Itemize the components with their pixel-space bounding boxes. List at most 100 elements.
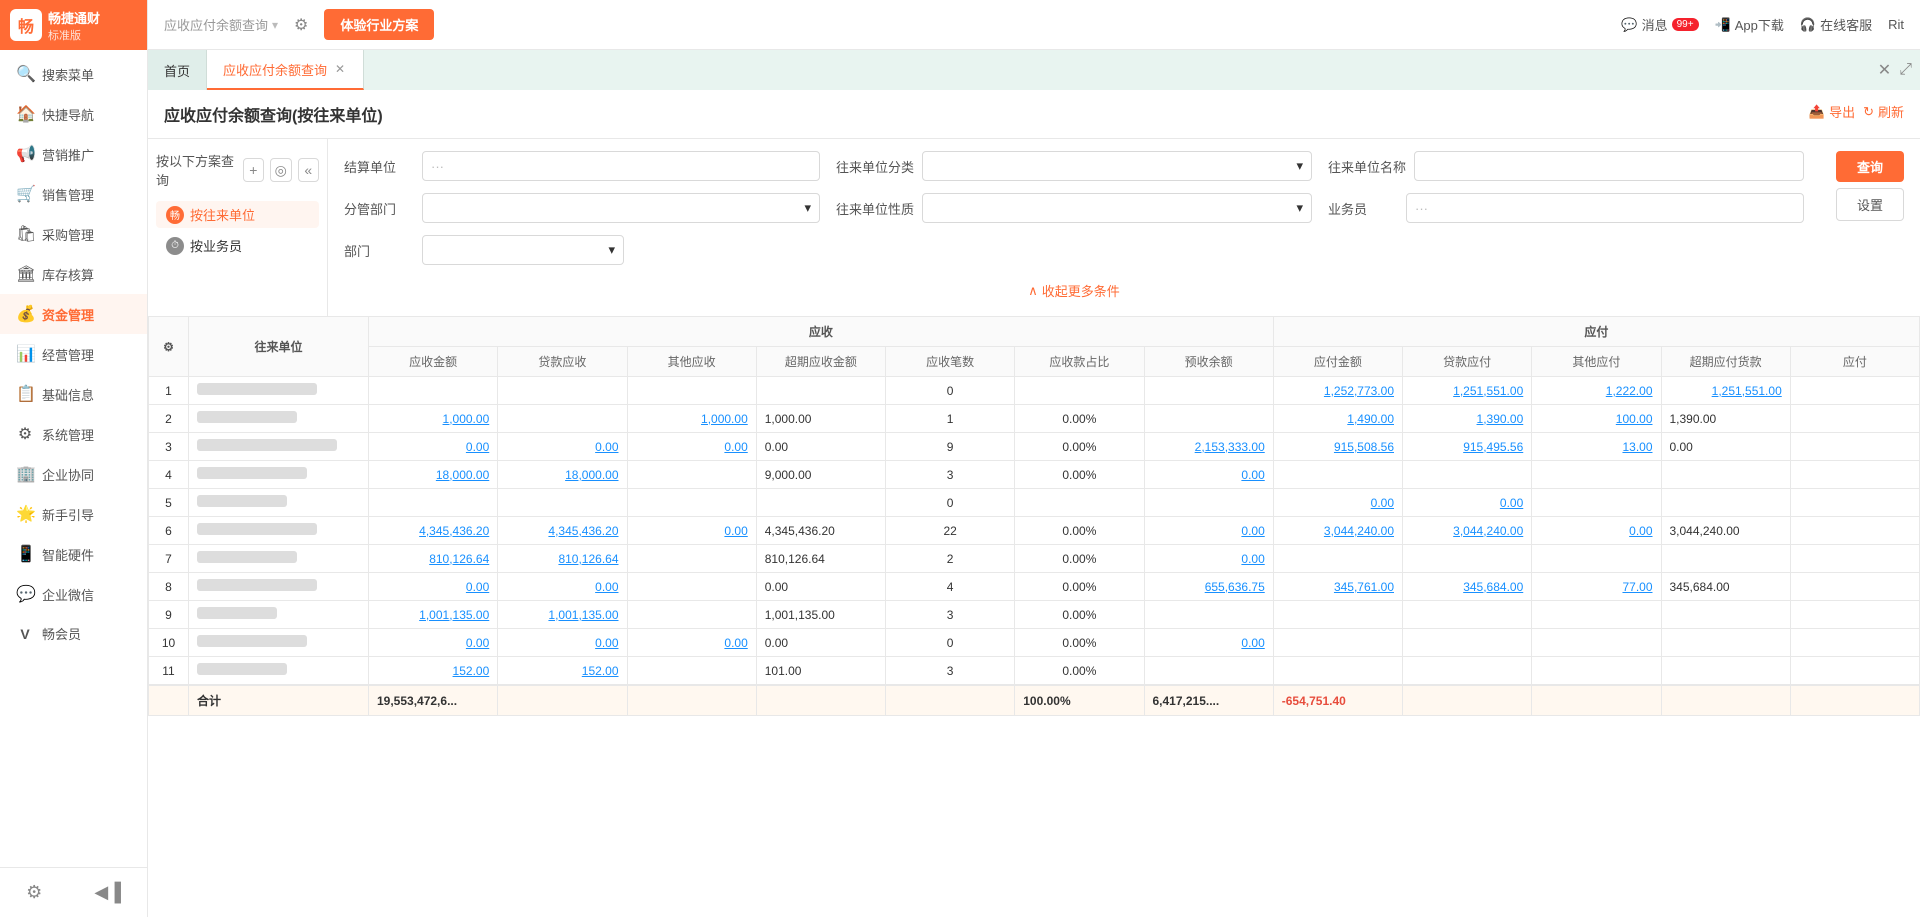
member-icon: V (16, 626, 34, 642)
table-row: 5 0 0.00 0.00 (149, 489, 1920, 517)
sidebar-item-enterprise[interactable]: 🏢 企业协同 (0, 454, 147, 494)
table-row: 8 0.00 0.00 0.00 4 0.00% 655,636.75 345,… (149, 573, 1920, 601)
table-container[interactable]: ⚙ 往来单位 应收 应付 应收金额 贷款应收 其他应收 超期应收金额 应收笔数 … (148, 316, 1920, 917)
gear-icon[interactable]: ⚙ (290, 11, 312, 39)
dropdown-icon: ▾ (1296, 158, 1303, 174)
filter-top-row: 按以下方案查询 + ◎ « (156, 151, 319, 189)
unit-name-label: 往来单位名称 (1328, 157, 1406, 176)
online-support-action[interactable]: 🎧 在线客服 (1800, 15, 1872, 34)
sidebar-item-wechat[interactable]: 💬 企业微信 (0, 574, 147, 614)
sidebar-item-system[interactable]: ⚙ 系统管理 (0, 414, 147, 454)
settlement-unit-input[interactable]: ··· (422, 151, 820, 181)
tab-close-all-icon[interactable]: ✕ (1878, 60, 1891, 80)
unit-nature-input[interactable]: ▾ (922, 193, 1312, 223)
filter-row-3: 部门 ▾ (344, 235, 1804, 265)
dept-input[interactable]: ▾ (422, 193, 820, 223)
unit-category-input[interactable]: ▾ (922, 151, 1312, 181)
sidebar-item-operation[interactable]: 📊 经营管理 (0, 334, 147, 374)
refresh-icon: ↻ (1863, 104, 1874, 120)
collapse-sidebar-icon[interactable]: ◀▐ (86, 878, 129, 907)
message-label: 消息 (1642, 15, 1668, 34)
salesperson-label: 业务员 (1328, 199, 1398, 218)
salesperson-input[interactable]: ··· (1406, 193, 1804, 223)
sidebar-item-quick-nav[interactable]: 🏠 快捷导航 (0, 94, 147, 134)
app-download-action[interactable]: 📲 App下载 (1715, 15, 1784, 34)
message-badge: 99+ (1672, 18, 1699, 31)
tab-home-label: 首页 (164, 61, 190, 80)
settings-icon[interactable]: ⚙ (18, 878, 50, 907)
sidebar-item-inventory[interactable]: 🏛 库存核算 (0, 254, 147, 294)
sidebar-item-sales[interactable]: 🛒 销售管理 (0, 174, 147, 214)
filter-field-salesperson: 业务员 ··· (1328, 193, 1804, 223)
col-ar-count: 应收笔数 (886, 347, 1015, 377)
online-support-label: 在线客服 (1820, 15, 1872, 34)
sidebar-bottom: ⚙ ◀▐ (0, 867, 147, 917)
subdept-input[interactable]: ▾ (422, 235, 624, 265)
user-info[interactable]: Rit (1888, 17, 1904, 32)
finance-icon: 💰 (16, 304, 34, 324)
system-icon: ⚙ (16, 424, 34, 444)
sidebar-item-basic-info[interactable]: 📋 基础信息 (0, 374, 147, 414)
tab-close-icon[interactable]: ✕ (333, 60, 347, 78)
subdept-dropdown-icon: ▾ (608, 242, 615, 258)
setting-button[interactable]: 设置 (1836, 188, 1904, 221)
filter-main: 按以下方案查询 + ◎ « 畅 按往来单位 ⏱ 按业务员 (148, 139, 1920, 316)
collapse-filters-button[interactable]: ∧ 收起更多条件 (344, 277, 1804, 304)
sidebar-menu: 🔍 搜索菜单 🏠 快捷导航 📢 营销推广 🛒 销售管理 🛍 采购管理 🏛 库存核… (0, 50, 147, 867)
table-row: 3 0.00 0.00 0.00 0.00 9 0.00% 2,153,333.… (149, 433, 1920, 461)
col-ar-ratio: 应收款占比 (1015, 347, 1144, 377)
filter-field-dept: 分管部门 ▾ (344, 193, 820, 223)
col-other-ar: 其他应收 (627, 347, 756, 377)
filter-settings-button[interactable]: ◎ (270, 158, 291, 182)
message-action[interactable]: 💬 消息 99+ (1621, 15, 1698, 34)
table-row: 1 0 1,252,773.00 1,251,551.00 1,222.00 1… (149, 377, 1920, 405)
col-ap2: 应付 (1790, 347, 1919, 377)
add-filter-button[interactable]: + (243, 158, 264, 182)
col-group-ar: 应收 (369, 317, 1274, 347)
filter-panel: 结算单位 ··· 往来单位分类 ▾ 往来单位名称 (328, 139, 1820, 316)
table-row: 7 810,126.64 810,126.64 810,126.64 2 0.0… (149, 545, 1920, 573)
sidebar-item-member[interactable]: V 畅会员 (0, 614, 147, 653)
tab-home[interactable]: 首页 (148, 50, 207, 90)
by-staff-icon: ⏱ (166, 237, 184, 255)
col-gear: ⚙ (149, 317, 189, 377)
query-button[interactable]: 查询 (1836, 151, 1904, 182)
refresh-button[interactable]: ↻ 刷新 (1863, 102, 1904, 121)
table-row: 4 18,000.00 18,000.00 9,000.00 3 0.00% 0… (149, 461, 1920, 489)
filter-collapse-button[interactable]: « (298, 158, 319, 182)
page-header-actions: 📤 导出 ↻ 刷新 (1809, 102, 1904, 133)
trial-button[interactable]: 体验行业方案 (324, 9, 434, 40)
sidebar-item-finance[interactable]: 💰 资金管理 (0, 294, 147, 334)
filter-method-by-unit[interactable]: 畅 按往来单位 (156, 201, 319, 228)
sidebar-item-search-menu[interactable]: 🔍 搜索菜单 (0, 54, 147, 94)
sidebar-item-marketing[interactable]: 📢 营销推广 (0, 134, 147, 174)
sidebar-item-hardware[interactable]: 📱 智能硬件 (0, 534, 147, 574)
filter-field-unit-category: 往来单位分类 ▾ (836, 151, 1312, 181)
filter-methods-panel: 按以下方案查询 + ◎ « 畅 按往来单位 ⏱ 按业务员 (148, 139, 328, 316)
unit-name-input[interactable] (1414, 151, 1804, 181)
sidebar-item-guide[interactable]: 🌟 新手引导 (0, 494, 147, 534)
filter-field-unit-nature: 往来单位性质 ▾ (836, 193, 1312, 223)
col-prepay: 预收余额 (1144, 347, 1273, 377)
data-table: ⚙ 往来单位 应收 应付 应收金额 贷款应收 其他应收 超期应收金额 应收笔数 … (148, 316, 1920, 716)
col-unit: 往来单位 (189, 317, 369, 377)
total-ar-ratio: 100.00% (1015, 685, 1144, 716)
filter-field-settlement-unit: 结算单位 ··· (344, 151, 820, 181)
main-content: 应收应付余额查询(按往来单位) 📤 导出 ↻ 刷新 按以下方案查询 + ◎ (148, 90, 1920, 917)
enterprise-icon: 🏢 (16, 464, 34, 484)
header-actions: 💬 消息 99+ 📲 App下载 🎧 在线客服 Rit (1621, 15, 1904, 34)
export-button[interactable]: 📤 导出 (1809, 102, 1855, 121)
marketing-icon: 📢 (16, 144, 34, 164)
sidebar-item-purchase[interactable]: 🛍 采购管理 (0, 214, 147, 254)
col-group-ap: 应付 (1273, 317, 1919, 347)
col-ap-amount: 应付金额 (1273, 347, 1402, 377)
total-ap: -654,751.40 (1273, 685, 1402, 716)
col-other-ap: 其他应付 (1532, 347, 1661, 377)
logo-icon: 畅 (10, 9, 42, 41)
col-loan-ar: 贷款应收 (498, 347, 627, 377)
table-gear-icon[interactable]: ⚙ (163, 340, 174, 354)
filter-method-by-staff[interactable]: ⏱ 按业务员 (156, 232, 319, 259)
tab-ar-ap[interactable]: 应收应付余额查询 ✕ (207, 50, 364, 90)
page-title: 应收应付余额查询(按往来单位) (164, 102, 383, 138)
tab-expand-icon[interactable]: ⤢ (1899, 61, 1912, 79)
